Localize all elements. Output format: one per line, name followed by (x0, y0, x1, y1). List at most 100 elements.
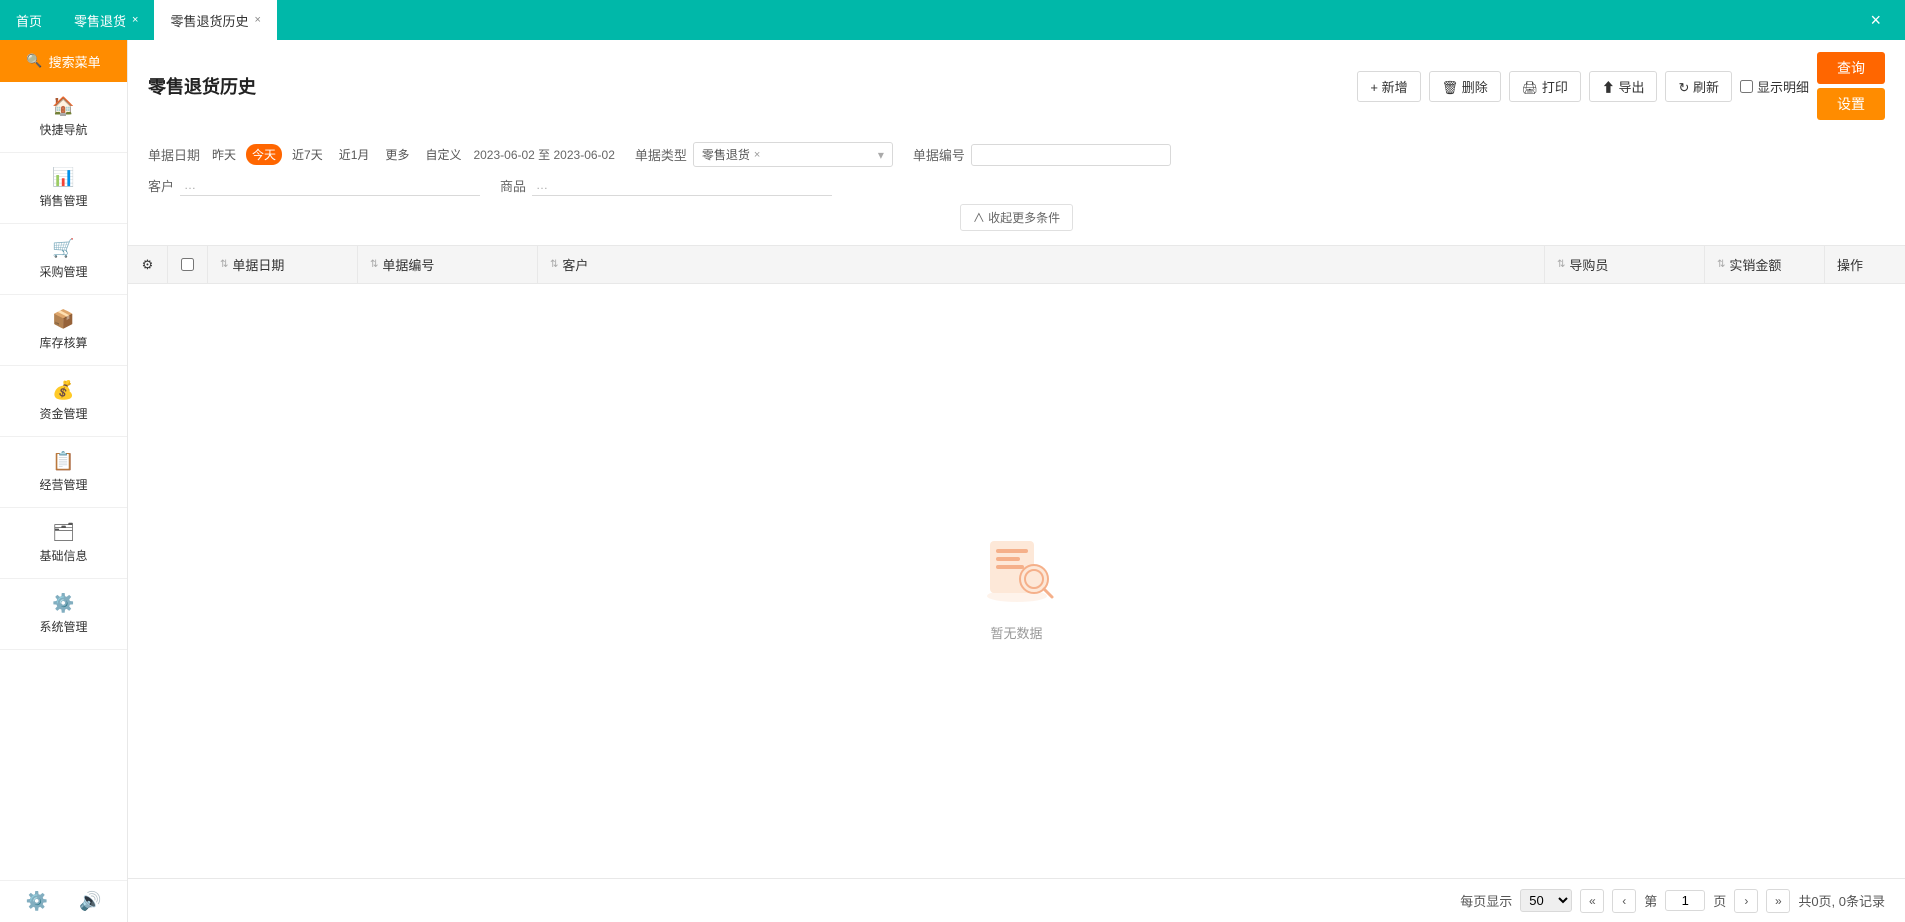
first-page-button[interactable]: « (1580, 889, 1604, 913)
purchase-icon: 🛒 (52, 238, 74, 259)
bill-type-select[interactable]: 零售退货 × ▾ (693, 142, 893, 167)
sidebar-item-basic-info[interactable]: 🗂 基础信息 (0, 508, 127, 579)
search-icon: 🔍 (26, 53, 42, 69)
sidebar-item-sales[interactable]: 📊 销售管理 (0, 153, 127, 224)
table-header: ⚙ ⇅ 单据日期 ⇅ 单据编号 ⇅ 客户 ⇅ (128, 246, 1905, 284)
sidebar-item-inventory[interactable]: 📦 库存核算 (0, 295, 127, 366)
date-filter: 单据日期 昨天 今天 近7天 近1月 更多 自定义 2023-06-02 至 2… (148, 144, 615, 165)
sidebar-search[interactable]: 🔍 搜索菜单 (0, 40, 127, 82)
last-page-button[interactable]: » (1766, 889, 1790, 913)
per-page-label: 每页显示 (1460, 891, 1512, 910)
system-icon: ⚙️ (52, 593, 74, 614)
tab-home-label: 首页 (16, 11, 42, 30)
date-custom[interactable]: 自定义 (419, 144, 467, 165)
content: 零售退货历史 + 新增 🗑 删除 🖨 打印 ⬆ 导出 ↻ 刷新 显示明细 查询 … (128, 40, 1905, 922)
tab-retail-return[interactable]: 零售退货 × (58, 0, 154, 40)
tab-home[interactable]: 首页 (0, 0, 58, 40)
tab-retail-return-close[interactable]: × (132, 14, 138, 26)
delete-button[interactable]: 🗑 删除 (1429, 71, 1501, 102)
finance-icon: 💰 (52, 380, 74, 401)
date-yesterday[interactable]: 昨天 (206, 144, 242, 165)
customer-label: 客户 (148, 176, 174, 195)
th-bill-no[interactable]: ⇅ 单据编号 (358, 246, 538, 283)
th-bill-no-sort-icon: ⇅ (370, 259, 378, 270)
tab-retail-return-history[interactable]: 零售退货历史 × (154, 0, 276, 40)
customer-input[interactable]: … (180, 175, 480, 196)
tab-retail-return-history-close[interactable]: × (254, 14, 260, 26)
th-amount[interactable]: ⇅ 实销金额 (1705, 246, 1825, 283)
select-all-checkbox[interactable] (181, 258, 194, 271)
window-close-button[interactable]: × (1862, 6, 1889, 34)
add-button[interactable]: + 新增 (1357, 71, 1420, 102)
customer-placeholder: … (184, 178, 196, 192)
bill-type-tag: 零售退货 × (702, 146, 760, 163)
basic-info-label: 基础信息 (39, 547, 87, 564)
th-settings[interactable]: ⚙ (128, 246, 168, 283)
th-customer[interactable]: ⇅ 客户 (538, 246, 1545, 283)
th-checkbox[interactable] (168, 246, 208, 283)
sidebar-settings-icon[interactable]: ⚙️ (26, 891, 48, 912)
bill-type-tag-close[interactable]: × (754, 149, 760, 161)
sidebar-item-finance[interactable]: 💰 资金管理 (0, 366, 127, 437)
tab-retail-return-label: 零售退货 (74, 11, 126, 30)
date-range: 2023-06-02 至 2023-06-02 (473, 146, 614, 163)
inventory-label: 库存核算 (39, 334, 87, 351)
page-header: 零售退货历史 + 新增 🗑 删除 🖨 打印 ⬆ 导出 ↻ 刷新 显示明细 查询 … (128, 40, 1905, 246)
sales-icon: 📊 (52, 167, 74, 188)
sidebar: 🔍 搜索菜单 🏠 快捷导航 📊 销售管理 🛒 采购管理 📦 库存核算 💰 资金管… (0, 40, 128, 922)
th-amount-sort-icon: ⇅ (1717, 259, 1725, 270)
date-last7[interactable]: 近7天 (286, 144, 329, 165)
topbar: 首页 零售退货 × 零售退货历史 × × (0, 0, 1905, 40)
setup-button[interactable]: 设置 (1817, 88, 1885, 120)
filter-row-2: 客户 … 商品 … (148, 175, 1885, 196)
th-bill-no-label: 单据编号 (382, 255, 434, 274)
sales-label: 销售管理 (39, 192, 87, 209)
th-date[interactable]: ⇅ 单据日期 (208, 246, 358, 283)
bill-type-dropdown-icon: ▾ (878, 148, 884, 162)
date-label: 单据日期 (148, 145, 200, 164)
sidebar-search-label: 搜索菜单 (49, 52, 101, 71)
bill-no-label: 单据编号 (913, 145, 965, 164)
query-button[interactable]: 查询 (1817, 52, 1885, 84)
export-button[interactable]: ⬆ 导出 (1589, 71, 1658, 102)
next-page-button[interactable]: › (1734, 889, 1758, 913)
sidebar-item-quick-nav[interactable]: 🏠 快捷导航 (0, 82, 127, 153)
show-detail-label[interactable]: 显示明细 (1740, 77, 1809, 96)
inventory-icon: 📦 (52, 309, 74, 330)
main-layout: 🔍 搜索菜单 🏠 快捷导航 📊 销售管理 🛒 采购管理 📦 库存核算 💰 资金管… (0, 40, 1905, 922)
page-title: 零售退货历史 (148, 73, 1357, 99)
sidebar-item-operations[interactable]: 📋 经营管理 (0, 437, 127, 508)
filter-row-1: 单据日期 昨天 今天 近7天 近1月 更多 自定义 2023-06-02 至 2… (148, 142, 1885, 167)
refresh-button[interactable]: ↻ 刷新 (1665, 71, 1732, 102)
bill-type-value: 零售退货 (702, 146, 750, 163)
sidebar-item-system[interactable]: ⚙️ 系统管理 (0, 579, 127, 650)
bill-type-filter: 单据类型 零售退货 × ▾ (635, 142, 893, 167)
date-last-month[interactable]: 近1月 (333, 144, 376, 165)
sidebar-item-purchase[interactable]: 🛒 采购管理 (0, 224, 127, 295)
total-label: 共0页, 0条记录 (1798, 891, 1885, 910)
collapse-button[interactable]: ∧ 收起更多条件 (960, 204, 1073, 231)
sidebar-bottom: ⚙️ 🔊 (0, 880, 127, 922)
date-today[interactable]: 今天 (246, 144, 282, 165)
print-button[interactable]: 🖨 打印 (1509, 71, 1581, 102)
page-input[interactable] (1665, 890, 1705, 911)
quick-nav-icon: 🏠 (52, 96, 74, 117)
customer-filter: 客户 … (148, 175, 480, 196)
per-page-select[interactable]: 50 10 20 100 (1520, 889, 1572, 912)
pagination: 每页显示 50 10 20 100 « ‹ 第 页 › » 共0页, 0条记录 (128, 878, 1905, 922)
header-actions: + 新增 🗑 删除 🖨 打印 ⬆ 导出 ↻ 刷新 显示明细 查询 设置 (1357, 52, 1885, 120)
show-detail-text: 显示明细 (1757, 77, 1809, 96)
prev-page-button[interactable]: ‹ (1612, 889, 1636, 913)
th-customer-label: 客户 (562, 255, 588, 274)
filter-area: 单据日期 昨天 今天 近7天 近1月 更多 自定义 2023-06-02 至 2… (148, 132, 1885, 245)
show-detail-checkbox[interactable] (1740, 80, 1753, 93)
th-guide[interactable]: ⇅ 导购员 (1545, 246, 1705, 283)
sidebar-audio-icon[interactable]: 🔊 (79, 891, 101, 912)
topbar-tabs: 首页 零售退货 × 零售退货历史 × (0, 0, 1862, 40)
table-area: ⚙ ⇅ 单据日期 ⇅ 单据编号 ⇅ 客户 ⇅ (128, 246, 1905, 922)
goods-input[interactable]: … (532, 175, 832, 196)
date-pills: 昨天 今天 近7天 近1月 更多 自定义 (206, 144, 467, 165)
bill-no-input[interactable] (971, 144, 1171, 166)
date-more[interactable]: 更多 (379, 144, 415, 165)
th-op: 操作 (1825, 246, 1905, 283)
